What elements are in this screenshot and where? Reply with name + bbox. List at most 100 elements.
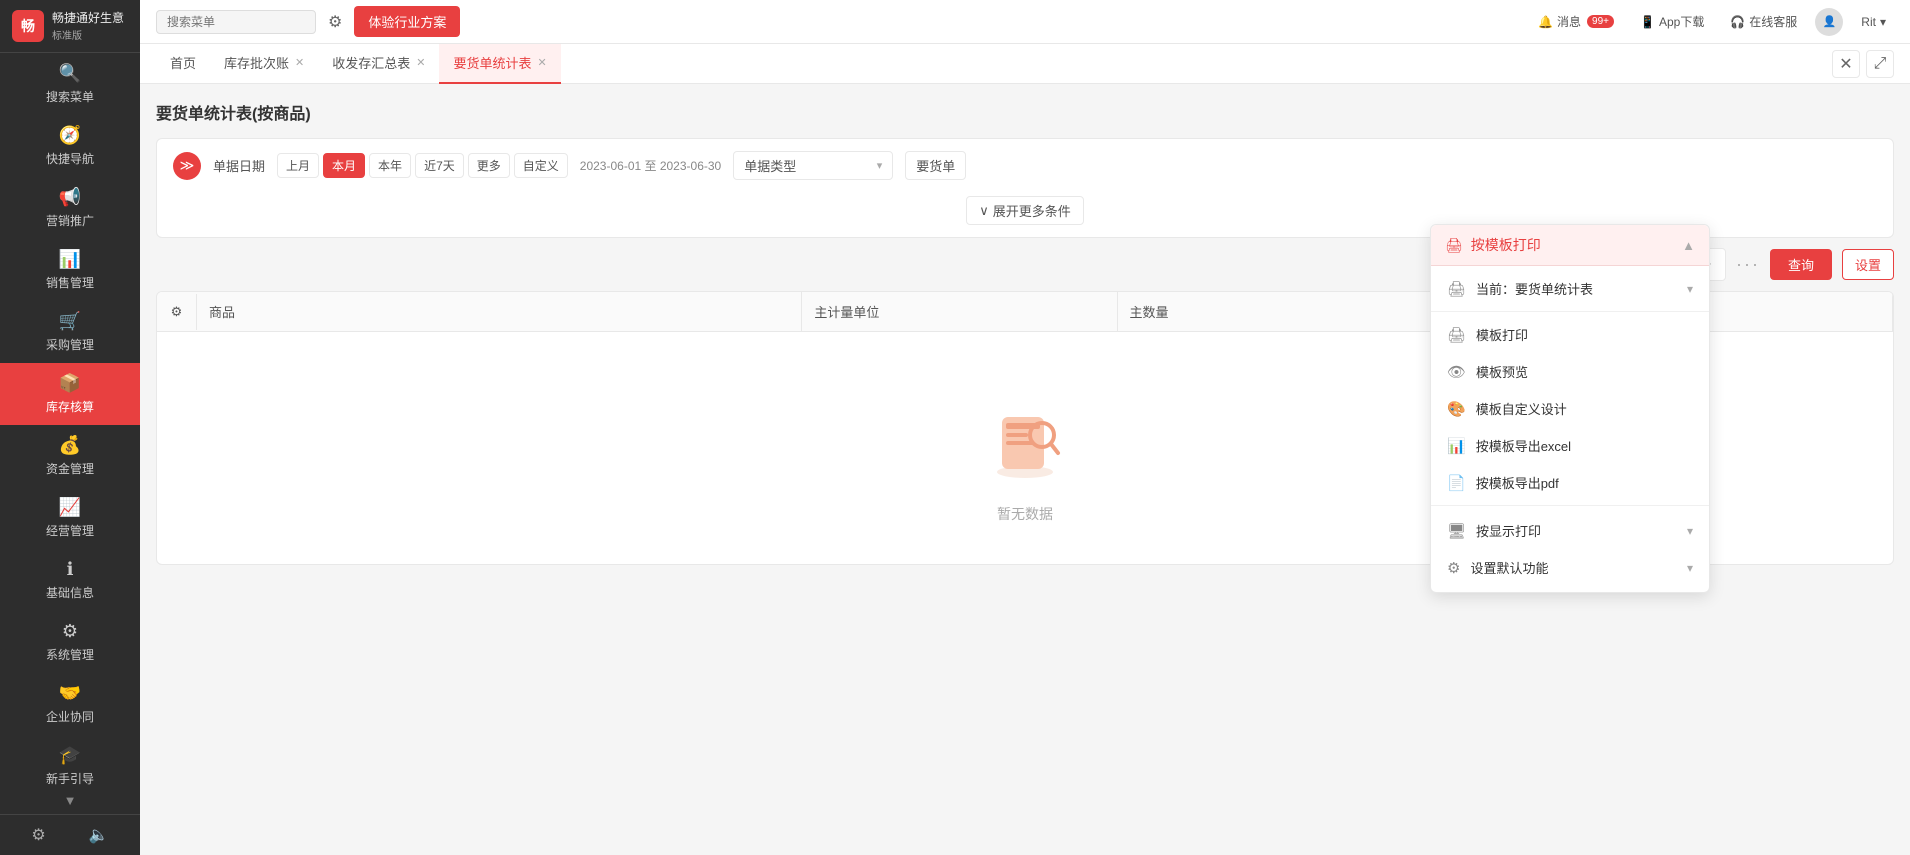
tab-end-btns: ✕ ⤢	[1832, 50, 1894, 78]
expand-more-icon: ∨	[979, 203, 989, 219]
close-tab-btn[interactable]: ✕	[1832, 50, 1860, 78]
sidebar-item-newbie[interactable]: 🎓 新手引导	[0, 735, 140, 787]
graduate-icon: 🎓	[59, 745, 81, 766]
sidebar-item-label: 销售管理	[46, 274, 94, 291]
messages-btn[interactable]: 🔔 消息 99+	[1530, 9, 1622, 34]
online-service-label: 在线客服	[1749, 13, 1797, 30]
tab-receipt-summary-close[interactable]: ✕	[416, 56, 425, 69]
tab-order-stats-label: 要货单统计表	[453, 53, 531, 72]
tab-order-stats[interactable]: 要货单统计表 ✕	[439, 44, 560, 84]
avatar[interactable]: 👤	[1815, 8, 1843, 36]
cart-icon: 🛒	[59, 311, 81, 332]
sidebar-item-inventory[interactable]: 📦 库存核算	[0, 363, 140, 425]
page-title: 要货单统计表(按商品)	[156, 100, 1894, 124]
date-btn-this-month[interactable]: 本月	[323, 153, 365, 178]
sidebar-item-sales[interactable]: 📊 销售管理	[0, 239, 140, 301]
th-qty: 主数量	[1118, 292, 1433, 331]
expand-tab-btn[interactable]: ⤢	[1866, 50, 1894, 78]
messages-badge: 99+	[1587, 15, 1614, 28]
tab-home[interactable]: 首页	[156, 44, 210, 84]
dropdown-current-section: 🖨 当前：要货单统计表 ▾	[1431, 266, 1709, 312]
display-print-arrow: ▾	[1687, 524, 1693, 538]
filter-expand-btn[interactable]: ≫	[173, 152, 201, 180]
avatar-icon: 👤	[1822, 15, 1836, 28]
dropdown-items-section: 🖨 模板打印 👁 模板预览 🎨 模板自定义设计 📊 按模板导出excel 📄	[1431, 312, 1709, 506]
empty-text: 暂无数据	[997, 504, 1053, 524]
settings-icon[interactable]: ⚙	[328, 12, 342, 32]
sidebar-item-search[interactable]: 🔍 搜索菜单	[0, 53, 140, 115]
filter-bar: ≫ 单据日期 上月 本月 本年 近7天 更多 自定义 2023-06-01 至 …	[156, 138, 1894, 238]
query-button[interactable]: 查询	[1770, 249, 1832, 280]
template-design-icon: 🎨	[1447, 400, 1466, 418]
print-dropdown: 🖨 按模板打印 ▲ 🖨 当前：要货单统计表 ▾ 🖨 模板打印	[1430, 224, 1710, 593]
sidebar-item-system[interactable]: ⚙ 系统管理	[0, 611, 140, 673]
date-btn-more[interactable]: 更多	[468, 153, 510, 178]
dropdown-set-default[interactable]: ⚙ 设置默认功能 ▾	[1431, 549, 1709, 586]
user-name-btn[interactable]: Rit ▾	[1853, 11, 1894, 33]
tab-order-stats-close[interactable]: ✕	[538, 56, 547, 69]
template-preview-icon: 👁	[1447, 363, 1466, 381]
sidebar: 畅 畅捷通好生意 标准版 🔍 搜索菜单 🧭 快捷导航 📢 营销推广 📊 销售管理…	[0, 0, 140, 855]
tab-inventory-batch-close[interactable]: ✕	[295, 56, 304, 69]
order-type-arrow: ▾	[877, 159, 883, 172]
export-excel-icon: 📊	[1447, 437, 1466, 455]
sidebar-item-finance[interactable]: 💰 资金管理	[0, 425, 140, 487]
sidebar-item-management[interactable]: 📈 经营管理	[0, 487, 140, 549]
sidebar-scroll: 🔍 搜索菜单 🧭 快捷导航 📢 营销推广 📊 销售管理 🛒 采购管理 📦 库存核…	[0, 53, 140, 787]
sidebar-item-purchase[interactable]: 🛒 采购管理	[0, 301, 140, 363]
tab-inventory-batch[interactable]: 库存批次账 ✕	[210, 44, 318, 84]
th-gear[interactable]: ⚙	[157, 294, 197, 330]
tab-bar: 首页 库存批次账 ✕ 收发存汇总表 ✕ 要货单统计表 ✕ ✕ ⤢	[140, 44, 1910, 84]
dropdown-item-export-pdf[interactable]: 📄 按模板导出pdf	[1431, 464, 1709, 501]
search-icon: 🔍	[59, 63, 81, 84]
order-type-label: 单据类型	[744, 156, 796, 175]
dropdown-item-template-print[interactable]: 🖨 模板打印	[1431, 316, 1709, 353]
filter-row: ≫ 单据日期 上月 本月 本年 近7天 更多 自定义 2023-06-01 至 …	[173, 151, 1877, 180]
date-range-text: 2023-06-01 至 2023-06-30	[580, 157, 721, 174]
settings-bottom-icon[interactable]: ⚙	[31, 825, 45, 845]
date-filter-label: 单据日期	[213, 156, 265, 175]
current-template-label: 当前：要货单统计表	[1476, 279, 1593, 298]
sidebar-item-label: 采购管理	[46, 336, 94, 353]
template-print-label: 模板打印	[1476, 325, 1528, 344]
chart-icon: 📈	[59, 497, 81, 518]
dropdown-display-print[interactable]: 🖥 按显示打印 ▾	[1431, 512, 1709, 549]
sidebar-item-basic-info[interactable]: ℹ 基础信息	[0, 549, 140, 611]
sidebar-item-label: 资金管理	[46, 460, 94, 477]
date-btn-7days[interactable]: 近7天	[415, 153, 464, 178]
sidebar-item-marketing[interactable]: 📢 营销推广	[0, 177, 140, 239]
more-actions-btn[interactable]: ···	[1736, 254, 1760, 275]
date-btn-last-month[interactable]: 上月	[277, 153, 319, 178]
sidebar-item-quicknav[interactable]: 🧭 快捷导航	[0, 115, 140, 177]
collapse-icon[interactable]: ▲	[1682, 238, 1695, 253]
dropdown-item-template-preview[interactable]: 👁 模板预览	[1431, 353, 1709, 390]
dropdown-current-item[interactable]: 🖨 当前：要货单统计表 ▾	[1431, 270, 1709, 307]
settings-button[interactable]: 设置	[1842, 249, 1894, 280]
sidebar-item-collab[interactable]: 🤝 企业协同	[0, 673, 140, 735]
expand-more-btn[interactable]: ∨ 展开更多条件	[966, 196, 1084, 225]
trial-button[interactable]: 体验行业方案	[354, 6, 460, 37]
current-template-arrow: ▾	[1687, 282, 1693, 296]
filter-tag-order-type[interactable]: 要货单	[905, 151, 966, 180]
speaker-bottom-icon[interactable]: 🔈	[89, 825, 109, 845]
print-dropdown-title: 按模板打印	[1471, 235, 1541, 255]
set-default-label: 设置默认功能	[1470, 558, 1548, 577]
online-service-btn[interactable]: 🎧 在线客服	[1722, 9, 1805, 34]
tab-receipt-summary[interactable]: 收发存汇总表 ✕	[318, 44, 439, 84]
date-btn-this-year[interactable]: 本年	[369, 153, 411, 178]
gear-icon: ⚙	[62, 621, 78, 642]
order-type-select[interactable]: 单据类型 ▾	[733, 151, 893, 180]
search-input[interactable]	[156, 10, 316, 34]
template-design-label: 模板自定义设计	[1476, 399, 1567, 418]
export-pdf-label: 按模板导出pdf	[1476, 473, 1559, 492]
date-btn-custom[interactable]: 自定义	[514, 153, 568, 178]
dropdown-item-export-excel[interactable]: 📊 按模板导出excel	[1431, 427, 1709, 464]
dropdown-item-template-design[interactable]: 🎨 模板自定义设计	[1431, 390, 1709, 427]
compass-icon: 🧭	[59, 125, 81, 146]
mobile-icon: 📱	[1640, 15, 1655, 29]
top-header: ⚙ 体验行业方案 🔔 消息 99+ 📱 App下载 🎧 在线客服 👤 Rit ▾	[140, 0, 1910, 44]
sidebar-item-label: 快捷导航	[46, 150, 94, 167]
template-print-icon: 🖨	[1447, 326, 1466, 344]
app-download-btn[interactable]: 📱 App下载	[1632, 9, 1712, 34]
sidebar-scroll-down[interactable]: ▼	[0, 787, 140, 814]
